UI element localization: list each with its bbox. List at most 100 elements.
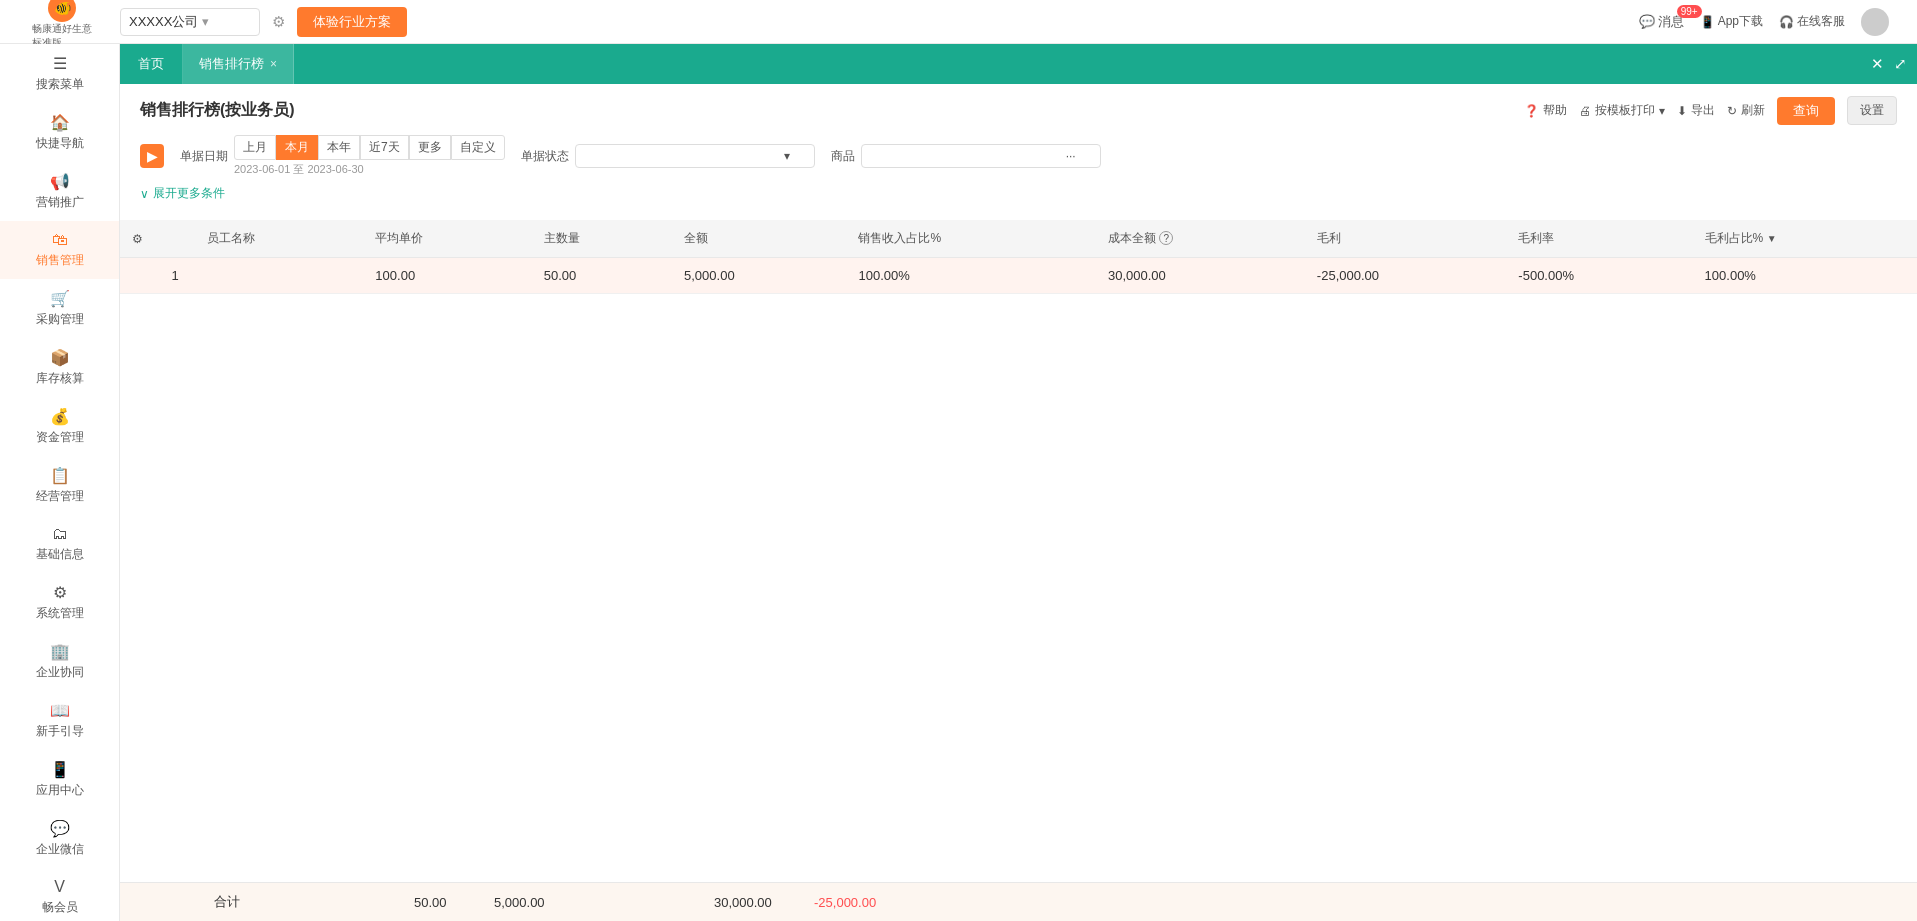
sidebar-item-search-order[interactable]: ☰ 搜索菜单	[0, 44, 119, 103]
sidebar-item-enterprise-wechat[interactable]: 💬 企业微信	[0, 809, 119, 868]
sidebar-item-system-mgmt[interactable]: ⚙ 系统管理	[0, 573, 119, 632]
content-area: 首页 销售排行榜 × ✕ ⤢ 销售排行榜(按业务员) ❓ 帮助 🖨 按模	[120, 44, 1917, 921]
tab-bar-right: ✕ ⤢	[1861, 44, 1917, 84]
footer-main-qty: 50.00	[402, 895, 482, 910]
online-service-button[interactable]: 🎧 在线客服	[1779, 13, 1845, 30]
table-footer: 合计 50.00 5,000.00 30,000.00 -25,000.00	[120, 882, 1917, 921]
sidebar-item-label: 基础信息	[36, 546, 84, 563]
print-button[interactable]: 🖨 按模板打印 ▾	[1579, 102, 1665, 119]
date-buttons: 上月 本月 本年 近7天 更多 自定义	[234, 135, 505, 160]
export-icon: ⬇	[1677, 104, 1687, 118]
date-btn-this-month[interactable]: 本月	[276, 135, 318, 160]
help-button[interactable]: ❓ 帮助	[1524, 102, 1567, 119]
cell-settings	[120, 258, 155, 294]
sidebar-item-new-guide[interactable]: 📖 新手引导	[0, 691, 119, 750]
tab-sales-ranking[interactable]: 销售排行榜 ×	[183, 44, 294, 84]
sidebar-item-label: 企业微信	[36, 841, 84, 858]
company-selector[interactable]: XXXXX公司 ▾	[120, 8, 260, 36]
sidebar-item-inventory[interactable]: 📦 库存核算	[0, 338, 119, 397]
date-filter-group: 单据日期 上月 本月 本年 近7天 更多 自定义 2023-06-01 至 20…	[180, 135, 505, 177]
sidebar-item-enterprise-collab[interactable]: 🏢 企业协同	[0, 632, 119, 691]
product-select-dots: ···	[1066, 149, 1076, 163]
inventory-icon: 📦	[50, 348, 70, 367]
expand-more-conditions[interactable]: ∨ 展开更多条件	[140, 177, 1897, 210]
date-btn-custom[interactable]: 自定义	[451, 135, 505, 160]
sidebar-item-marketing[interactable]: 📢 营销推广	[0, 162, 119, 221]
status-filter-label: 单据状态	[521, 148, 569, 165]
gear-icon[interactable]: ⚙	[272, 13, 285, 31]
expand-arrow-icon: ▶	[147, 148, 158, 164]
sidebar-item-finance[interactable]: 💰 资金管理	[0, 397, 119, 456]
date-btn-7days[interactable]: 近7天	[360, 135, 409, 160]
sidebar-item-app-center[interactable]: 📱 应用中心	[0, 750, 119, 809]
export-button[interactable]: ⬇ 导出	[1677, 102, 1715, 119]
query-button[interactable]: 查询	[1777, 97, 1835, 125]
cell-rank: 1	[155, 258, 195, 294]
app-dl-icon: 📱	[1700, 15, 1715, 29]
wechat-icon: 💬	[50, 819, 70, 838]
tab-home[interactable]: 首页	[120, 44, 183, 84]
cell-gross-margin: -500.00%	[1506, 258, 1692, 294]
tab-close-window-icon[interactable]: ✕	[1871, 55, 1884, 73]
col-gross-pct: 毛利占比% ▼	[1693, 220, 1917, 258]
col-avg-price: 平均单价	[363, 220, 531, 258]
header-actions: ❓ 帮助 🖨 按模板打印 ▾ ⬇ 导出 ↻ 刷新 查询 设置	[1524, 96, 1897, 125]
col-settings[interactable]: ⚙	[120, 220, 155, 258]
message-button[interactable]: 💬 消息 99+	[1639, 13, 1684, 31]
settings-button[interactable]: 设置	[1847, 96, 1897, 125]
avatar[interactable]	[1861, 8, 1889, 36]
purchase-icon: 🛒	[50, 289, 70, 308]
sidebar-item-member[interactable]: V 畅会员	[0, 868, 119, 921]
chevron-down-icon: ∨	[140, 187, 149, 201]
trial-button[interactable]: 体验行业方案	[297, 7, 407, 37]
status-select[interactable]: ▾	[575, 144, 815, 168]
product-select[interactable]: ···	[861, 144, 1101, 168]
sidebar-item-quick-nav[interactable]: 🏠 快捷导航	[0, 103, 119, 162]
marketing-icon: 📢	[50, 172, 70, 191]
filter-expand-btn[interactable]: ▶	[140, 144, 164, 168]
cell-gross-pct: 100.00%	[1693, 258, 1917, 294]
date-btn-last-month[interactable]: 上月	[234, 135, 276, 160]
page-header: 销售排行榜(按业务员) ❓ 帮助 🖨 按模板打印 ▾ ⬇ 导出 ↻ 刷新	[120, 84, 1917, 125]
sidebar: ☰ 搜索菜单 🏠 快捷导航 📢 营销推广 🛍 销售管理 🛒 采购管理 📦 库存核…	[0, 44, 120, 921]
company-name: XXXXX公司	[129, 13, 198, 31]
date-btn-more[interactable]: 更多	[409, 135, 451, 160]
tab-expand-icon[interactable]: ⤢	[1894, 55, 1907, 73]
sidebar-item-operations[interactable]: 📋 经营管理	[0, 456, 119, 515]
refresh-button[interactable]: ↻ 刷新	[1727, 102, 1765, 119]
logo-icon: 🐠	[48, 0, 76, 22]
tab-bar: 首页 销售排行榜 × ✕ ⤢	[120, 44, 1917, 84]
top-bar: 🐠 畅康通好生意 标准版 XXXXX公司 ▾ ⚙ 体验行业方案 💬 消息 99+…	[0, 0, 1917, 44]
cell-amount: 5,000.00	[672, 258, 846, 294]
col-gross-profit: 毛利	[1305, 220, 1507, 258]
expand-label: 展开更多条件	[153, 185, 225, 202]
table-area: ⚙ 员工名称 平均单价 主数量 全额 销售收入占比% 成本全额 ? 毛利 毛利率…	[120, 220, 1917, 882]
sidebar-item-label: 营销推广	[36, 194, 84, 211]
online-service-label: 在线客服	[1797, 13, 1845, 30]
col-rank	[155, 220, 195, 258]
top-right-area: 💬 消息 99+ 📱 App下载 🎧 在线客服	[1639, 8, 1905, 36]
sidebar-item-purchase-mgmt[interactable]: 🛒 采购管理	[0, 279, 119, 338]
main-layout: ☰ 搜索菜单 🏠 快捷导航 📢 营销推广 🛍 销售管理 🛒 采购管理 📦 库存核…	[0, 44, 1917, 921]
sidebar-item-sales-mgmt[interactable]: 🛍 销售管理	[0, 221, 119, 279]
col-cost-amount: 成本全额 ?	[1096, 220, 1305, 258]
tab-close-icon[interactable]: ×	[270, 57, 277, 71]
app-download-button[interactable]: 📱 App下载	[1700, 13, 1763, 30]
footer-amount: 5,000.00	[482, 895, 582, 910]
guide-icon: 📖	[50, 701, 70, 720]
filter-area: ▶ 单据日期 上月 本月 本年 近7天 更多 自定义 20	[120, 125, 1917, 220]
sidebar-item-label: 新手引导	[36, 723, 84, 740]
message-badge: 99+	[1677, 5, 1702, 18]
product-filter-label: 商品	[831, 148, 855, 165]
product-filter-group: 商品 ···	[831, 144, 1101, 168]
help-icon: ❓	[1524, 104, 1539, 118]
cell-gross-profit: -25,000.00	[1305, 258, 1507, 294]
tab-sales-ranking-label: 销售排行榜	[199, 55, 264, 73]
print-icon: 🖨	[1579, 104, 1591, 118]
logo-area: 🐠 畅康通好生意 标准版	[12, 0, 112, 50]
col-main-qty: 主数量	[532, 220, 672, 258]
sidebar-item-basic-info[interactable]: 🗂 基础信息	[0, 515, 119, 573]
col-sales-pct: 销售收入占比%	[846, 220, 1095, 258]
date-btn-this-year[interactable]: 本年	[318, 135, 360, 160]
data-table: ⚙ 员工名称 平均单价 主数量 全额 销售收入占比% 成本全额 ? 毛利 毛利率…	[120, 220, 1917, 294]
